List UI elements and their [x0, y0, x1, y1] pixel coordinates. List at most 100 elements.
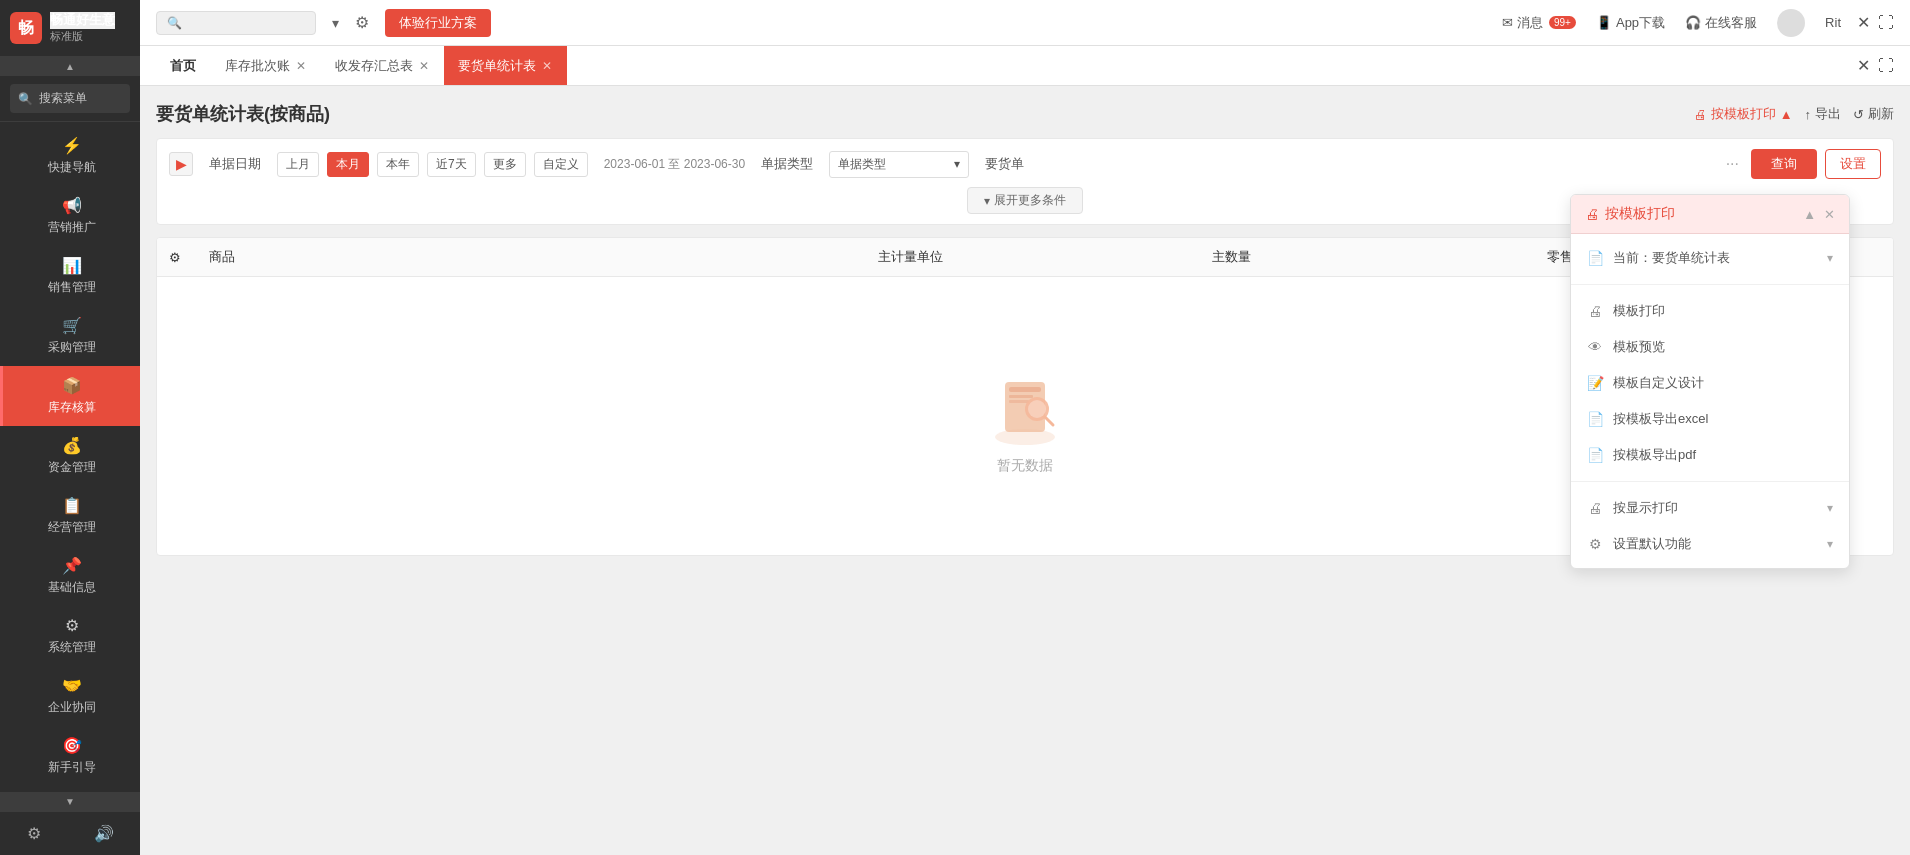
sidebar-bottom: ⚙ 🔊 — [0, 811, 140, 855]
svg-rect-4 — [1009, 400, 1029, 403]
close-window-icon[interactable]: ✕ — [1857, 13, 1870, 32]
settings-bottom-icon[interactable]: ⚙ — [23, 820, 45, 847]
dropdown-template-design[interactable]: 📝 模板自定义设计 — [1571, 365, 1849, 401]
dropdown-export-pdf-label: 按模板导出pdf — [1613, 446, 1696, 464]
finance-icon: 💰 — [62, 436, 82, 455]
username-label[interactable]: Rit — [1825, 15, 1841, 30]
sidebar-item-label: 企业协同 — [48, 699, 96, 716]
app-download-icon: 📱 — [1596, 15, 1612, 30]
sidebar-item-purchase[interactable]: 🛒 采购管理 — [0, 306, 140, 366]
col-checkbox: ⚙ — [169, 250, 209, 265]
app-download-action[interactable]: 📱 App下载 — [1596, 14, 1665, 32]
sidebar-item-label: 采购管理 — [48, 339, 96, 356]
export-label: 导出 — [1815, 105, 1841, 123]
tab-batch-account[interactable]: 库存批次账 ✕ — [211, 46, 321, 85]
dropdown-export-excel[interactable]: 📄 按模板导出excel — [1571, 401, 1849, 437]
svg-point-6 — [1028, 400, 1046, 418]
tab-home[interactable]: 首页 — [156, 46, 211, 85]
dropdown-excel-icon: 📄 — [1587, 411, 1603, 427]
refresh-button[interactable]: ↺ 刷新 — [1853, 105, 1894, 123]
dropdown-title-area: 🖨 按模板打印 — [1585, 205, 1675, 223]
tab-batch-label: 库存批次账 — [225, 57, 290, 75]
base-icon: 📌 — [62, 556, 82, 575]
header-search[interactable]: 🔍 — [156, 11, 316, 35]
query-button[interactable]: 查询 — [1751, 149, 1817, 179]
filter-expand-button[interactable]: ▾ 展开更多条件 — [967, 187, 1083, 214]
top-header: 🔍 ▾ ⚙ 体验行业方案 ✉ 消息 99+ 📱 App下载 🎧 在线客服 Rit — [140, 0, 1910, 46]
online-service-label: 在线客服 — [1705, 14, 1757, 32]
svg-rect-3 — [1009, 395, 1033, 398]
header-gear-icon[interactable]: ⚙ — [355, 13, 369, 32]
search-menu-button[interactable]: 🔍 搜索菜单 — [10, 84, 130, 113]
dropdown-template-print[interactable]: 🖨 模板打印 — [1571, 293, 1849, 329]
date-filter-label: 单据日期 — [209, 155, 261, 173]
table-settings-icon[interactable]: ⚙ — [169, 250, 181, 265]
tab-order-stats[interactable]: 要货单统计表 ✕ — [444, 46, 567, 85]
type-filter-select[interactable]: 单据类型 ▾ — [829, 151, 969, 178]
dropdown-set-default[interactable]: ⚙ 设置默认功能 ▾ — [1571, 526, 1849, 562]
export-button[interactable]: ↑ 导出 — [1805, 105, 1842, 123]
date-custom-btn[interactable]: 自定义 — [534, 152, 588, 177]
maximize-window-icon[interactable]: ⛶ — [1878, 14, 1894, 32]
sidebar-item-label: 系统管理 — [48, 639, 96, 656]
sidebar-item-label: 营销推广 — [48, 219, 96, 236]
brand-name: 畅通好生意 — [50, 12, 115, 29]
col-unit: 主计量单位 — [878, 248, 1212, 266]
sidebar-scroll-up[interactable]: ▲ — [0, 57, 140, 76]
sidebar-item-collab[interactable]: 🤝 企业协同 — [0, 666, 140, 726]
sidebar-item-system[interactable]: ⚙ 系统管理 — [0, 606, 140, 666]
dropdown-display-icon: 🖨 — [1587, 500, 1603, 516]
sidebar-item-base[interactable]: 📌 基础信息 — [0, 546, 140, 606]
sidebar-item-guide[interactable]: 🎯 新手引导 — [0, 726, 140, 786]
tab-order-label: 要货单统计表 — [458, 57, 536, 75]
tab-receive-close-icon[interactable]: ✕ — [419, 59, 429, 73]
help-bottom-icon[interactable]: 🔊 — [90, 820, 118, 847]
tab-batch-close-icon[interactable]: ✕ — [296, 59, 306, 73]
date-7days-btn[interactable]: 近7天 — [427, 152, 476, 177]
filter-more-icon[interactable]: ··· — [1722, 155, 1743, 173]
search-icon: 🔍 — [18, 92, 33, 106]
date-prev-month-btn[interactable]: 上月 — [277, 152, 319, 177]
sidebar-item-marketing[interactable]: 📢 营销推广 — [0, 186, 140, 246]
filter-row: ▶ 单据日期 上月 本月 本年 近7天 更多 自定义 2023-06-01 至 … — [169, 149, 1881, 179]
tab-order-close-icon[interactable]: ✕ — [542, 59, 552, 73]
online-service-action[interactable]: 🎧 在线客服 — [1685, 14, 1757, 32]
page-title: 要货单统计表(按商品) — [156, 102, 330, 126]
filter-toggle-button[interactable]: ▶ — [169, 152, 193, 176]
header-dropdown-icon[interactable]: ▾ — [332, 15, 339, 31]
trial-button[interactable]: 体验行业方案 — [385, 9, 491, 37]
date-curr-year-btn[interactable]: 本年 — [377, 152, 419, 177]
tab-expand-icon[interactable]: ⛶ — [1878, 57, 1894, 75]
sidebar-item-operations[interactable]: 📋 经营管理 — [0, 486, 140, 546]
tab-receive-label: 收发存汇总表 — [335, 57, 413, 75]
dropdown-template-preview[interactable]: 👁 模板预览 — [1571, 329, 1849, 365]
sidebar-item-sales[interactable]: 📊 销售管理 — [0, 246, 140, 306]
tab-receive-summary[interactable]: 收发存汇总表 ✕ — [321, 46, 444, 85]
sidebar-item-finance[interactable]: 💰 资金管理 — [0, 426, 140, 486]
avatar[interactable] — [1777, 9, 1805, 37]
dropdown-up-icon[interactable]: ▲ — [1803, 207, 1816, 222]
dropdown-printer-icon: 🖨 — [1585, 206, 1599, 222]
dropdown-current-chevron-icon: ▾ — [1827, 251, 1833, 265]
sidebar-scroll-down[interactable]: ▼ — [0, 792, 140, 811]
dropdown-template-print-label: 模板打印 — [1613, 302, 1665, 320]
dropdown-display-print[interactable]: 🖨 按显示打印 ▾ — [1571, 490, 1849, 526]
dropdown-export-pdf[interactable]: 📄 按模板导出pdf — [1571, 437, 1849, 473]
sales-icon: 📊 — [62, 256, 82, 275]
sidebar-item-inventory[interactable]: 📦 库存核算 — [0, 366, 140, 426]
header-actions: ✉ 消息 99+ 📱 App下载 🎧 在线客服 Rit — [1502, 9, 1841, 37]
tab-close-icon[interactable]: ✕ — [1857, 56, 1870, 75]
date-curr-month-btn[interactable]: 本月 — [327, 152, 369, 177]
dropdown-current-item[interactable]: 📄 当前：要货单统计表 ▾ — [1571, 240, 1849, 276]
sidebar-item-quick-nav[interactable]: ⚡ 快捷导航 — [0, 126, 140, 186]
message-action[interactable]: ✉ 消息 99+ — [1502, 14, 1576, 32]
quick-nav-icon: ⚡ — [62, 136, 82, 155]
dropdown-close-icon[interactable]: ✕ — [1824, 207, 1835, 222]
dropdown-template-preview-label: 模板预览 — [1613, 338, 1665, 356]
date-more-btn[interactable]: 更多 — [484, 152, 526, 177]
print-button[interactable]: 🖨 按模板打印 ▲ — [1694, 105, 1793, 123]
marketing-icon: 📢 — [62, 196, 82, 215]
refresh-icon: ↺ — [1853, 107, 1864, 122]
settings-button[interactable]: 设置 — [1825, 149, 1881, 179]
header-search-icon: 🔍 — [167, 16, 182, 30]
